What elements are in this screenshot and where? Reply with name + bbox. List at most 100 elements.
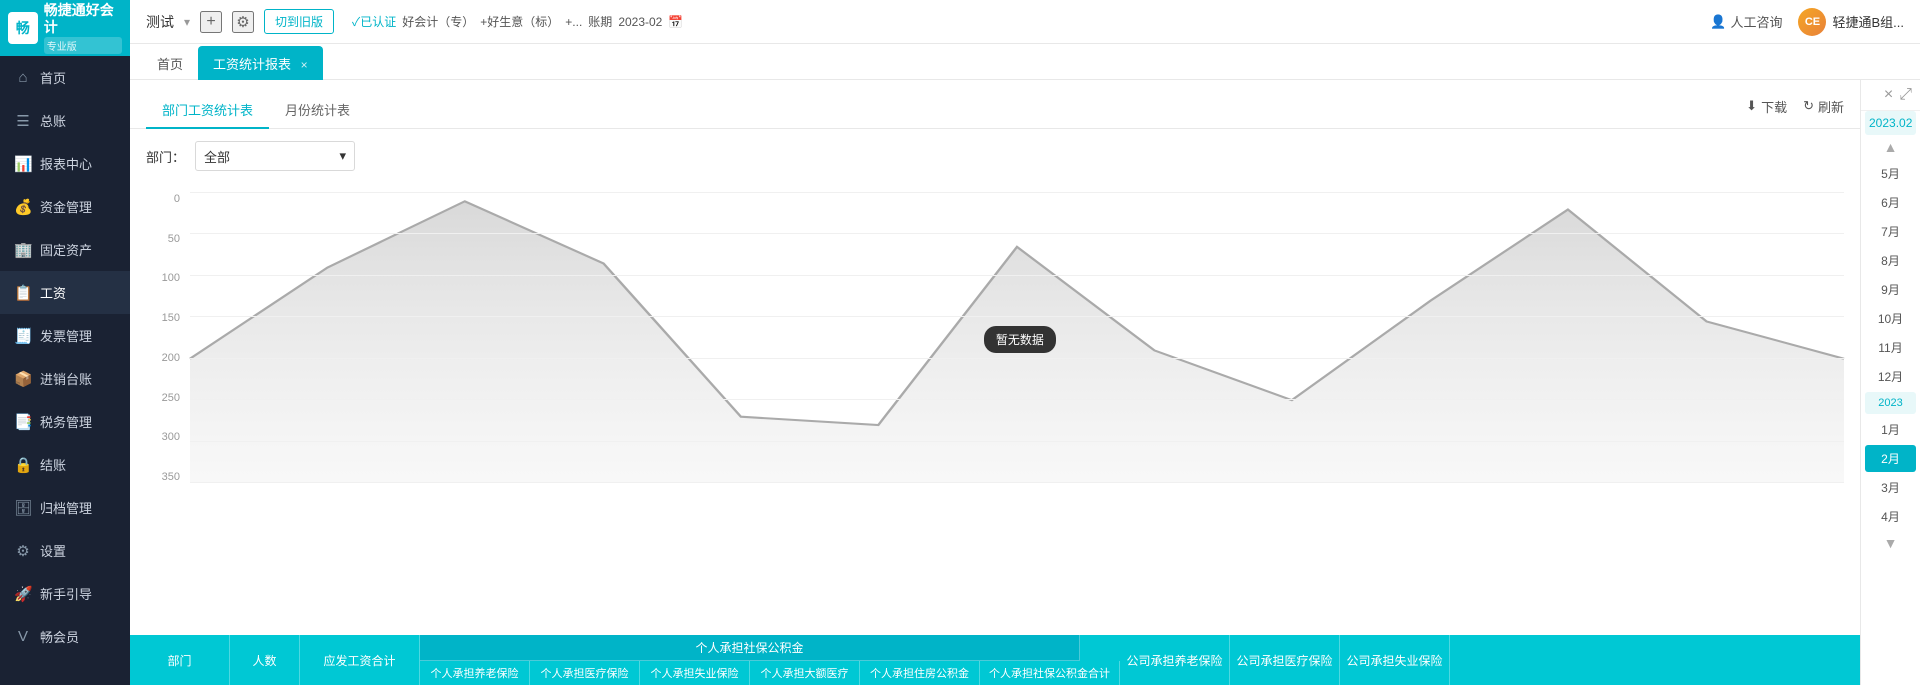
grid-line-350 (190, 192, 1844, 193)
archive-icon: 🗄 (14, 499, 32, 517)
y-label-300: 300 (146, 431, 186, 443)
sub-tab-dept[interactable]: 部门工资统计表 (146, 92, 269, 129)
funds-icon: 💰 (14, 198, 32, 216)
refresh-button[interactable]: ↻ 刷新 (1803, 97, 1844, 116)
month-item-11[interactable]: 11月 (1865, 334, 1916, 361)
sidebar-item-sales[interactable]: 📦 进销台账 (0, 357, 130, 400)
month-item-8[interactable]: 8月 (1865, 247, 1916, 274)
more-status: +... (565, 15, 582, 29)
month-item-7[interactable]: 7月 (1865, 218, 1916, 245)
chart-y-axis: 350 300 250 200 150 100 50 0 (146, 193, 186, 483)
refresh-icon: ↻ (1803, 98, 1814, 114)
switch-version-button[interactable]: 切到旧版 (264, 9, 334, 34)
salary-icon: 📋 (14, 284, 32, 302)
month-item-6[interactable]: 6月 (1865, 189, 1916, 216)
sidebar-item-reports[interactable]: 📊 报表中心 (0, 142, 130, 185)
reports-icon: 📊 (14, 155, 32, 173)
sidebar-item-guide[interactable]: 🚀 新手引导 (0, 572, 130, 615)
home-icon: ⌂ (14, 69, 32, 86)
sidebar-item-label: 固定资产 (40, 240, 92, 259)
right-panel: × ⤢ 2023.02 ▲ 5月 6月 7月 8月 9月 10月 11月 12月… (1860, 80, 1920, 685)
sidebar-item-salary[interactable]: 📋 工资 (0, 271, 130, 314)
settings-icon: ⚙ (14, 542, 32, 560)
sub-col-major-medical: 个人承担大额医疗 (750, 661, 860, 685)
sub-tab-actions: ⬇ 下载 ↻ 刷新 (1746, 97, 1844, 124)
sidebar-item-member[interactable]: V 畅会员 (0, 615, 130, 658)
sidebar-item-archive[interactable]: 🗄 归档管理 (0, 486, 130, 529)
grid-line-150 (190, 358, 1844, 359)
month-item-1-2023[interactable]: 1月 (1865, 416, 1916, 443)
invoice-icon: 🧾 (14, 327, 32, 345)
logo-sub: 专业版 (44, 37, 122, 54)
year-display[interactable]: 2023.02 (1865, 111, 1916, 135)
year-2023-label: 2023 (1865, 392, 1916, 414)
col-company-unemployment: 公司承担失业保险 (1340, 635, 1450, 685)
tax-icon: 📑 (14, 413, 32, 431)
sidebar-item-close[interactable]: 🔒 结账 (0, 443, 130, 486)
dept-filter-label: 部门： (146, 147, 185, 166)
sidebar: 畅 畅捷通好会计 专业版 ⌂ 首页 ☰ 总账 📊 报表中心 💰 资金管理 🏢 固… (0, 0, 130, 685)
sidebar-item-label: 畅会员 (40, 627, 79, 646)
sub-col-medical: 个人承担医疗保险 (530, 661, 640, 685)
help-icon: 👤 (1710, 14, 1726, 30)
chart-container: 350 300 250 200 150 100 50 0 (146, 193, 1844, 513)
month-item-2-2023[interactable]: 2月 (1865, 445, 1916, 472)
add-company-button[interactable]: + (200, 11, 222, 33)
y-label-50: 50 (146, 233, 186, 245)
chart-wrapper: 350 300 250 200 150 100 50 0 (130, 183, 1860, 635)
sidebar-item-label: 进销台账 (40, 369, 92, 388)
download-icon: ⬇ (1746, 98, 1757, 114)
tab-close-icon[interactable]: × (301, 58, 308, 72)
business-type: +好生意（标） (480, 13, 559, 30)
sidebar-logo: 畅 畅捷通好会计 专业版 (0, 0, 130, 56)
y-label-200: 200 (146, 352, 186, 364)
topbar-right: 👤 人工咨询 CE 轻捷通B组... (1710, 8, 1904, 36)
month-item-12[interactable]: 12月 (1865, 363, 1916, 390)
month-item-5[interactable]: 5月 (1865, 160, 1916, 187)
col-dept: 部门 (130, 635, 230, 685)
sidebar-item-label: 新手引导 (40, 584, 92, 603)
sidebar-item-tax[interactable]: 📑 税务管理 (0, 400, 130, 443)
y-label-350: 350 (146, 471, 186, 483)
sidebar-item-funds[interactable]: 💰 资金管理 (0, 185, 130, 228)
ledger-icon: ☰ (14, 112, 32, 130)
sidebar-item-label: 税务管理 (40, 412, 92, 431)
y-label-100: 100 (146, 272, 186, 284)
tabbar: 首页 工资统计报表 × (130, 44, 1920, 80)
sidebar-item-label: 发票管理 (40, 326, 92, 345)
calendar-icon[interactable]: 📅 (668, 15, 683, 29)
sub-col-housing-fund: 个人承担住房公积金 (860, 661, 980, 685)
sidebar-item-ledger[interactable]: ☰ 总账 (0, 99, 130, 142)
month-item-9[interactable]: 9月 (1865, 276, 1916, 303)
dept-filter-select[interactable]: 全部 ▾ (195, 141, 355, 171)
username: 轻捷通B组... (1832, 12, 1904, 31)
month-item-4-2023[interactable]: 4月 (1865, 503, 1916, 530)
close-panel-button[interactable]: × (1884, 86, 1893, 104)
sub-tabbar: 部门工资统计表 月份统计表 ⬇ 下载 ↻ 刷新 (130, 80, 1860, 129)
grid-line-300 (190, 233, 1844, 234)
period-label: 账期 (588, 13, 612, 30)
group-header: 个人承担社保公积金 (420, 635, 1080, 661)
tab-home[interactable]: 首页 (146, 46, 194, 80)
user-menu[interactable]: CE 轻捷通B组... (1798, 8, 1904, 36)
month-item-3-2023[interactable]: 3月 (1865, 474, 1916, 501)
verified-status: ✓已认证 (352, 13, 396, 30)
expand-panel-button[interactable]: ⤢ (1899, 86, 1912, 104)
month-item-10[interactable]: 10月 (1865, 305, 1916, 332)
download-button[interactable]: ⬇ 下载 (1746, 97, 1787, 116)
tab-salary-report[interactable]: 工资统计报表 × (198, 46, 323, 80)
sidebar-item-invoice[interactable]: 🧾 发票管理 (0, 314, 130, 357)
chart-body: 暂无数据 (190, 193, 1844, 483)
sidebar-item-settings[interactable]: ⚙ 设置 (0, 529, 130, 572)
company-dropdown-icon[interactable]: ▾ (184, 15, 190, 29)
sidebar-item-home[interactable]: ⌂ 首页 (0, 56, 130, 99)
help-button[interactable]: 👤 人工咨询 (1710, 12, 1782, 31)
sub-tab-monthly[interactable]: 月份统计表 (269, 92, 366, 129)
sidebar-item-assets[interactable]: 🏢 固定资产 (0, 228, 130, 271)
month-up-button[interactable]: ▲ (1861, 135, 1920, 159)
content-area: 部门工资统计表 月份统计表 ⬇ 下载 ↻ 刷新 (130, 80, 1920, 685)
settings-button[interactable]: ⚙ (232, 11, 254, 33)
month-down-button[interactable]: ▼ (1861, 531, 1920, 555)
sub-col-total: 个人承担社保公积金合计 (980, 661, 1120, 685)
member-icon: V (14, 628, 32, 645)
